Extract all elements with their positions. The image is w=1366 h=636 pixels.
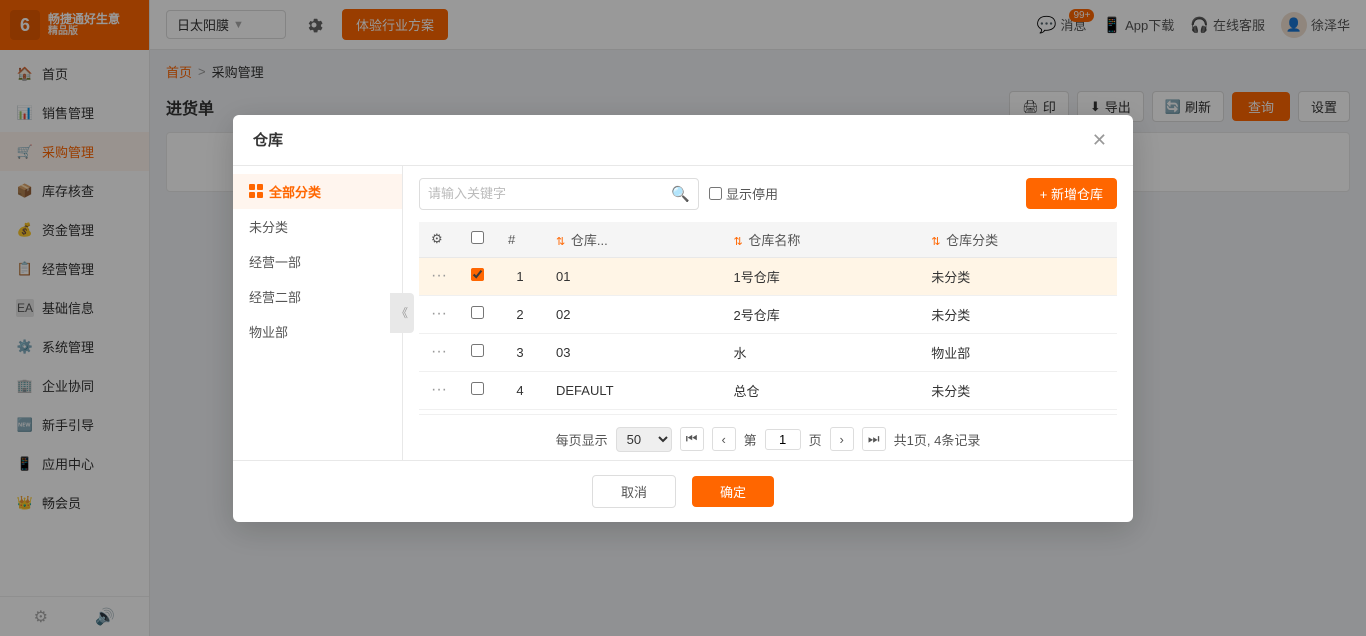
dialog-table-wrap: ⚙ # ⇅ 仓库... ⇅ [419, 222, 1117, 410]
row-code: 02 [544, 295, 722, 333]
col-num: # [496, 222, 544, 258]
show-disabled-checkbox[interactable] [709, 187, 722, 200]
row-num: 1 [496, 257, 544, 295]
row-code: 01 [544, 257, 722, 295]
dialog-body: 全部分类 未分类 经营一部 经营二部 物业部 《 🔍 [233, 166, 1133, 460]
row-action: ··· [419, 295, 459, 333]
warehouse-tbody: ··· 1 01 1号仓库 未分类 ··· 2 02 2号仓库 未分类 ··· [419, 257, 1117, 409]
row-more-btn[interactable]: ··· [431, 267, 447, 284]
page-first-btn[interactable]: ⏮ [680, 427, 704, 451]
sort-name-icon: ⇅ [734, 236, 743, 248]
cancel-btn[interactable]: 取消 [592, 475, 676, 508]
row-checkbox[interactable] [471, 382, 484, 395]
row-check [459, 295, 496, 333]
row-num: 2 [496, 295, 544, 333]
table-header-row: ⚙ # ⇅ 仓库... ⇅ [419, 222, 1117, 258]
row-num: 4 [496, 371, 544, 409]
select-all-checkbox[interactable] [471, 231, 484, 244]
row-checkbox[interactable] [471, 344, 484, 357]
col-code[interactable]: ⇅ 仓库... [544, 222, 722, 258]
dialog-toolbar: 🔍 显示停用 + 新增仓库 [419, 178, 1117, 210]
page-next-btn[interactable]: › [830, 427, 854, 451]
row-code: DEFAULT [544, 371, 722, 409]
row-check [459, 371, 496, 409]
col-category[interactable]: ⇅ 仓库分类 [919, 222, 1117, 258]
search-icon[interactable]: 🔍 [671, 185, 690, 203]
dialog-header: 仓库 ✕ [233, 115, 1133, 166]
per-page-select[interactable]: 50 20 100 [616, 427, 672, 452]
category-item-1[interactable]: 经营一部 [233, 244, 402, 279]
modal-overlay[interactable]: 仓库 ✕ 全部分类 未分类 经营一部 经营二部 物业部 《 [0, 0, 1366, 636]
grid-icon [249, 184, 263, 198]
row-category: 物业部 [919, 333, 1117, 371]
dialog-title: 仓库 [253, 129, 283, 150]
row-checkbox[interactable] [471, 268, 484, 281]
row-name: 2号仓库 [722, 295, 920, 333]
row-num: 3 [496, 333, 544, 371]
col-check [459, 222, 496, 258]
row-action: ··· [419, 333, 459, 371]
row-name: 水 [722, 333, 920, 371]
warehouse-search-input[interactable] [428, 186, 671, 201]
table-row[interactable]: ··· 3 03 水 物业部 [419, 333, 1117, 371]
dialog-pagination: 每页显示 50 20 100 ⏮ ‹ 第 页 › ⏭ 共1页, 4条记录 [419, 414, 1117, 460]
col-name[interactable]: ⇅ 仓库名称 [722, 222, 920, 258]
row-category: 未分类 [919, 295, 1117, 333]
row-action: ··· [419, 257, 459, 295]
category-all-item[interactable]: 全部分类 [233, 174, 402, 209]
confirm-btn[interactable]: 确定 [692, 476, 774, 507]
category-item-2[interactable]: 经营二部 [233, 279, 402, 314]
table-row[interactable]: ··· 1 01 1号仓库 未分类 [419, 257, 1117, 295]
row-code: 03 [544, 333, 722, 371]
dialog-close-btn[interactable]: ✕ [1086, 129, 1113, 151]
col-settings[interactable]: ⚙ [419, 222, 459, 258]
row-category: 未分类 [919, 371, 1117, 409]
warehouse-search-wrap: 🔍 [419, 178, 699, 210]
category-panel: 全部分类 未分类 经营一部 经营二部 物业部 《 [233, 166, 403, 460]
collapse-category-btn[interactable]: 《 [390, 293, 414, 333]
category-item-0[interactable]: 未分类 [233, 209, 402, 244]
category-item-3[interactable]: 物业部 [233, 314, 402, 349]
table-row[interactable]: ··· 2 02 2号仓库 未分类 [419, 295, 1117, 333]
row-more-btn[interactable]: ··· [431, 305, 447, 322]
row-category: 未分类 [919, 257, 1117, 295]
sort-code-icon: ⇅ [556, 236, 565, 248]
sort-category-icon: ⇅ [931, 236, 940, 248]
row-more-btn[interactable]: ··· [431, 343, 447, 360]
warehouse-table: ⚙ # ⇅ 仓库... ⇅ [419, 222, 1117, 410]
row-checkbox[interactable] [471, 306, 484, 319]
page-last-btn[interactable]: ⏭ [862, 427, 886, 451]
row-name: 1号仓库 [722, 257, 920, 295]
add-warehouse-btn[interactable]: + 新增仓库 [1026, 178, 1117, 209]
row-more-btn[interactable]: ··· [431, 381, 447, 398]
page-input[interactable] [765, 429, 801, 450]
row-check [459, 333, 496, 371]
dialog-main-content: 🔍 显示停用 + 新增仓库 ⚙ [403, 166, 1133, 460]
row-name: 总仓 [722, 371, 920, 409]
show-disabled-label[interactable]: 显示停用 [709, 184, 778, 203]
warehouse-dialog: 仓库 ✕ 全部分类 未分类 经营一部 经营二部 物业部 《 [233, 115, 1133, 522]
dialog-footer: 取消 确定 [233, 460, 1133, 522]
row-action: ··· [419, 371, 459, 409]
table-row[interactable]: ··· 4 DEFAULT 总仓 未分类 [419, 371, 1117, 409]
row-check [459, 257, 496, 295]
page-prev-btn[interactable]: ‹ [712, 427, 736, 451]
